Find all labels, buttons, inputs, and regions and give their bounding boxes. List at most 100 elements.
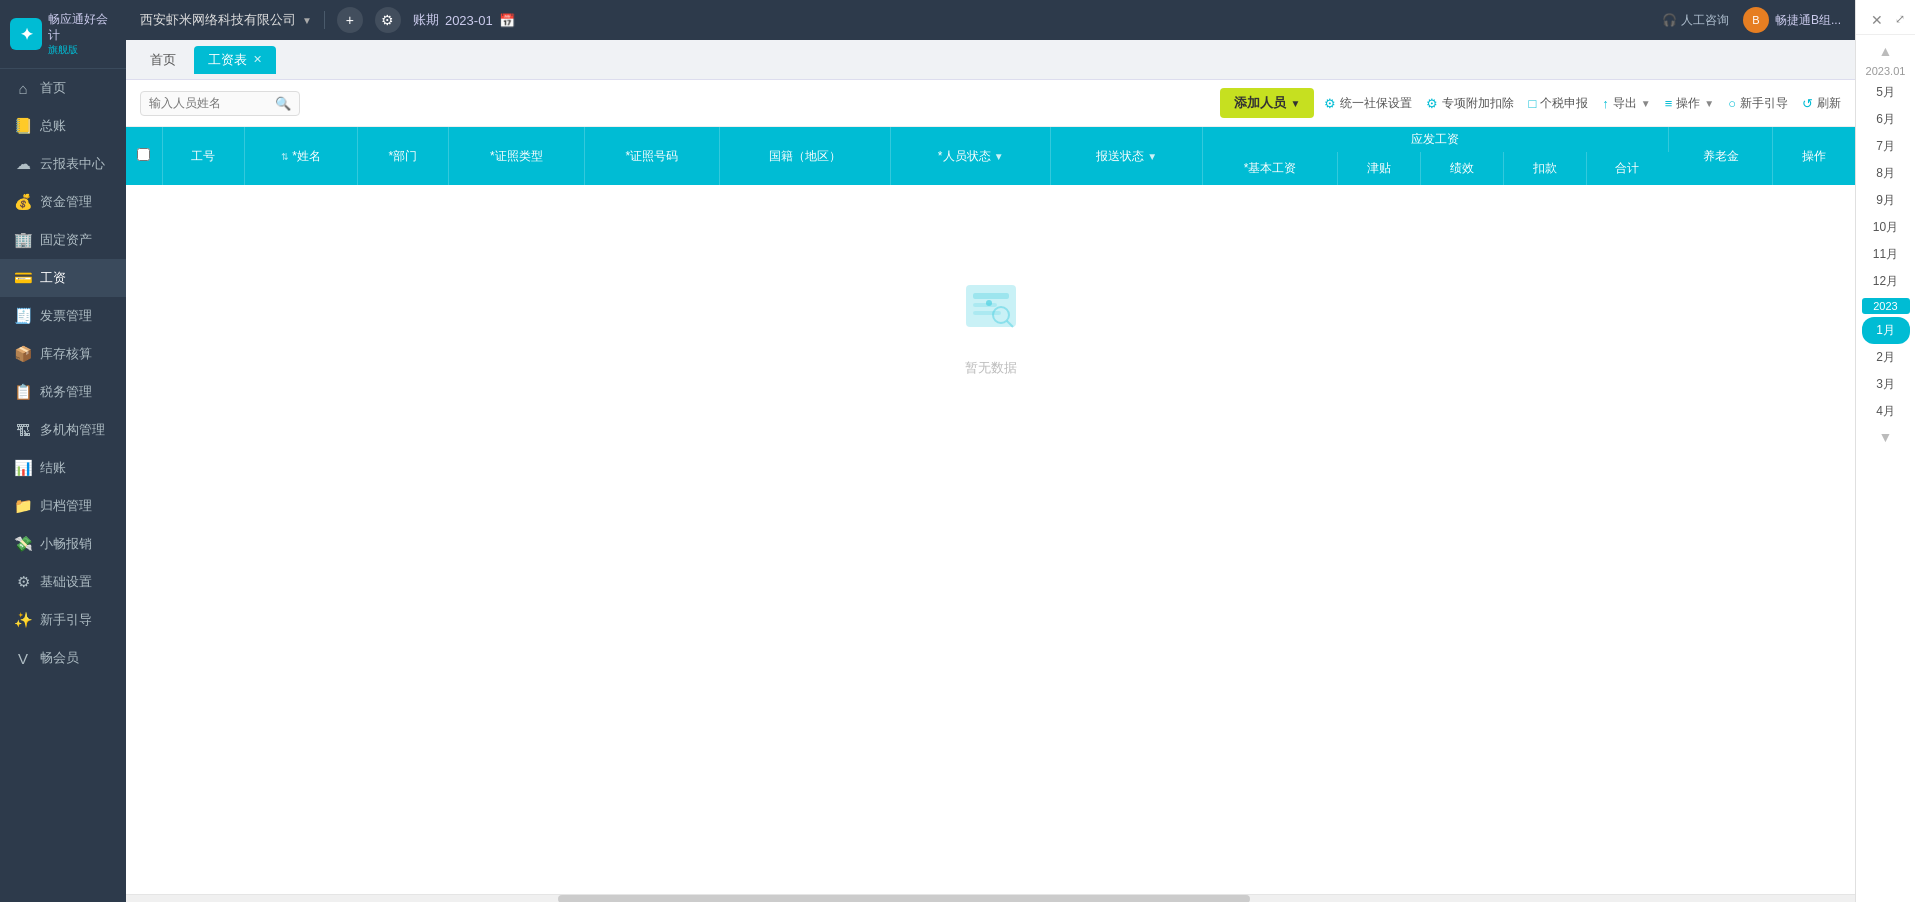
table-header-row1: 工号 ⇅ *姓名 *部门 *证照类型 *证照号码 国籍（地区） *人员状态 ▼ … (126, 127, 1855, 152)
scrollbar-thumb[interactable] (558, 895, 1250, 902)
tab-home[interactable]: 首页 (136, 46, 190, 74)
month-8[interactable]: 8月 (1862, 160, 1910, 187)
th-id-no: *证照号码 (584, 127, 720, 185)
refresh-action[interactable]: ↺ 刷新 (1802, 95, 1841, 112)
settings-icon[interactable]: ⚙ (375, 7, 401, 33)
select-all-checkbox[interactable] (126, 127, 162, 185)
sidebar-item-multi-org[interactable]: 🏗 多机构管理 (0, 411, 126, 449)
sidebar-item-ledger[interactable]: 📒总账 (0, 107, 126, 145)
multi-org-icon: 🏗 (14, 422, 32, 439)
month-7[interactable]: 7月 (1862, 133, 1910, 160)
month-6[interactable]: 6月 (1862, 106, 1910, 133)
th-report-status[interactable]: 报送状态 ▼ (1051, 127, 1202, 185)
avatar: B (1743, 7, 1769, 33)
personal-tax-action[interactable]: □ 个税申报 (1528, 95, 1588, 112)
panel-close-button[interactable]: ✕ (1867, 10, 1887, 30)
th-dept: *部门 (357, 127, 448, 185)
sidebar-item-settings[interactable]: ⚙基础设置 (0, 563, 126, 601)
social-security-action[interactable]: ⚙ 统一社保设置 (1324, 95, 1412, 112)
tabs-bar: 首页 工资表 ✕ (126, 40, 1855, 80)
month-3[interactable]: 3月 (1862, 371, 1910, 398)
tax-icon: 📋 (14, 383, 32, 401)
panel-expand-button[interactable]: ⤢ (1891, 10, 1909, 30)
toolbar: 🔍 添加人员 ▼ ⚙ 统一社保设置 ⚙ 专项附加扣除 □ 个税申报 (126, 80, 1855, 127)
sidebar-label-ledger: 总账 (40, 117, 66, 135)
th-name[interactable]: ⇅ *姓名 (245, 127, 357, 185)
month-11[interactable]: 11月 (1862, 241, 1910, 268)
social-security-label: 统一社保设置 (1340, 95, 1412, 112)
sidebar-item-cloud-report[interactable]: ☁云报表中心 (0, 145, 126, 183)
th-allowance: 津贴 (1338, 152, 1421, 185)
company-name: 西安虾米网络科技有限公司 (140, 11, 296, 29)
special-deduction-action[interactable]: ⚙ 专项附加扣除 (1426, 95, 1514, 112)
add-company-button[interactable]: + (337, 7, 363, 33)
svg-rect-3 (973, 311, 1001, 315)
sidebar-label-fund: 资金管理 (40, 193, 92, 211)
sidebar-label-invoice: 发票管理 (40, 307, 92, 325)
payroll-icon: 💳 (14, 269, 32, 287)
fixed-assets-icon: 🏢 (14, 231, 32, 249)
toolbar-actions: ⚙ 统一社保设置 ⚙ 专项附加扣除 □ 个税申报 ↑ 导出 ▼ ≡ (1324, 95, 1841, 112)
month-9[interactable]: 9月 (1862, 187, 1910, 214)
export-icon: ↑ (1602, 96, 1609, 111)
sidebar-item-payroll[interactable]: 💳工资 (0, 259, 126, 297)
th-operation: 操作 (1773, 127, 1855, 185)
month-12[interactable]: 12月 (1862, 268, 1910, 295)
month-1[interactable]: 1月 (1862, 317, 1910, 344)
calendar-icon[interactable]: 📅 (499, 13, 515, 28)
sidebar-label-multi-org: 多机构管理 (40, 421, 105, 439)
th-status[interactable]: *人员状态 ▼ (891, 127, 1051, 185)
sidebar-label-close: 结账 (40, 459, 66, 477)
topbar-divider (324, 11, 325, 29)
sidebar-label-cloud-report: 云报表中心 (40, 155, 105, 173)
empty-state: 暂无数据 (126, 185, 1855, 457)
member-icon: V (14, 650, 32, 667)
sidebar-item-expense[interactable]: 💸小畅报销 (0, 525, 126, 563)
headset-icon: 🎧 (1662, 13, 1677, 27)
sidebar-item-fixed-assets[interactable]: 🏢固定资产 (0, 221, 126, 259)
panel-close-row: ✕ ⤢ (1856, 6, 1915, 35)
sidebar-item-archive[interactable]: 📁归档管理 (0, 487, 126, 525)
tab-payroll[interactable]: 工资表 ✕ (194, 46, 276, 74)
month-10[interactable]: 10月 (1862, 214, 1910, 241)
company-selector[interactable]: 西安虾米网络科技有限公司 ▼ (140, 11, 312, 29)
sidebar-label-settings: 基础设置 (40, 573, 92, 591)
sidebar-label-member: 畅会员 (40, 649, 79, 667)
month-5[interactable]: 5月 (1862, 79, 1910, 106)
month-2[interactable]: 2月 (1862, 344, 1910, 371)
th-pension: 养老金 (1668, 127, 1773, 185)
panel-down-arrow[interactable]: ▼ (1875, 425, 1897, 449)
export-dropdown-icon: ▼ (1641, 98, 1651, 109)
sidebar-item-close[interactable]: 📊结账 (0, 449, 126, 487)
export-action[interactable]: ↑ 导出 ▼ (1602, 95, 1650, 112)
table-container: 工号 ⇅ *姓名 *部门 *证照类型 *证照号码 国籍（地区） *人员状态 ▼ … (126, 127, 1855, 894)
sidebar-item-guide[interactable]: ✨新手引导 (0, 601, 126, 639)
personal-tax-label: 个税申报 (1540, 95, 1588, 112)
add-person-button[interactable]: 添加人员 ▼ (1220, 88, 1314, 118)
invoice-icon: 🧾 (14, 307, 32, 325)
month-4[interactable]: 4月 (1862, 398, 1910, 425)
service-button[interactable]: 🎧 人工咨询 (1662, 12, 1729, 29)
new-guide-action[interactable]: ○ 新手引导 (1728, 95, 1788, 112)
sidebar-item-home[interactable]: ⌂首页 (0, 69, 126, 107)
user-menu[interactable]: B 畅捷通B组... (1743, 7, 1841, 33)
period-display: 账期 2023-01 📅 (413, 11, 515, 29)
sidebar-label-archive: 归档管理 (40, 497, 92, 515)
sidebar-item-inventory[interactable]: 📦库存核算 (0, 335, 126, 373)
sidebar-item-invoice[interactable]: 🧾 发票管理 (0, 297, 126, 335)
operation-action[interactable]: ≡ 操作 ▼ (1665, 95, 1715, 112)
svg-point-6 (986, 300, 992, 306)
fund-icon: 💰 (14, 193, 32, 211)
sidebar-label-tax: 税务管理 (40, 383, 92, 401)
search-input[interactable] (149, 96, 269, 110)
page-content: 🔍 添加人员 ▼ ⚙ 统一社保设置 ⚙ 专项附加扣除 □ 个税申报 (126, 80, 1855, 902)
sidebar-item-member[interactable]: V 畅会员 (0, 639, 126, 677)
add-person-label: 添加人员 (1234, 94, 1286, 112)
sidebar-item-tax[interactable]: 📋 税务管理 (0, 373, 126, 411)
horizontal-scrollbar[interactable] (126, 894, 1855, 902)
sidebar-item-fund[interactable]: 💰 资金管理 (0, 183, 126, 221)
tab-payroll-label: 工资表 (208, 51, 247, 69)
sidebar-label-guide: 新手引导 (40, 611, 92, 629)
panel-up-arrow[interactable]: ▲ (1875, 39, 1897, 63)
tab-close-icon[interactable]: ✕ (253, 53, 262, 66)
